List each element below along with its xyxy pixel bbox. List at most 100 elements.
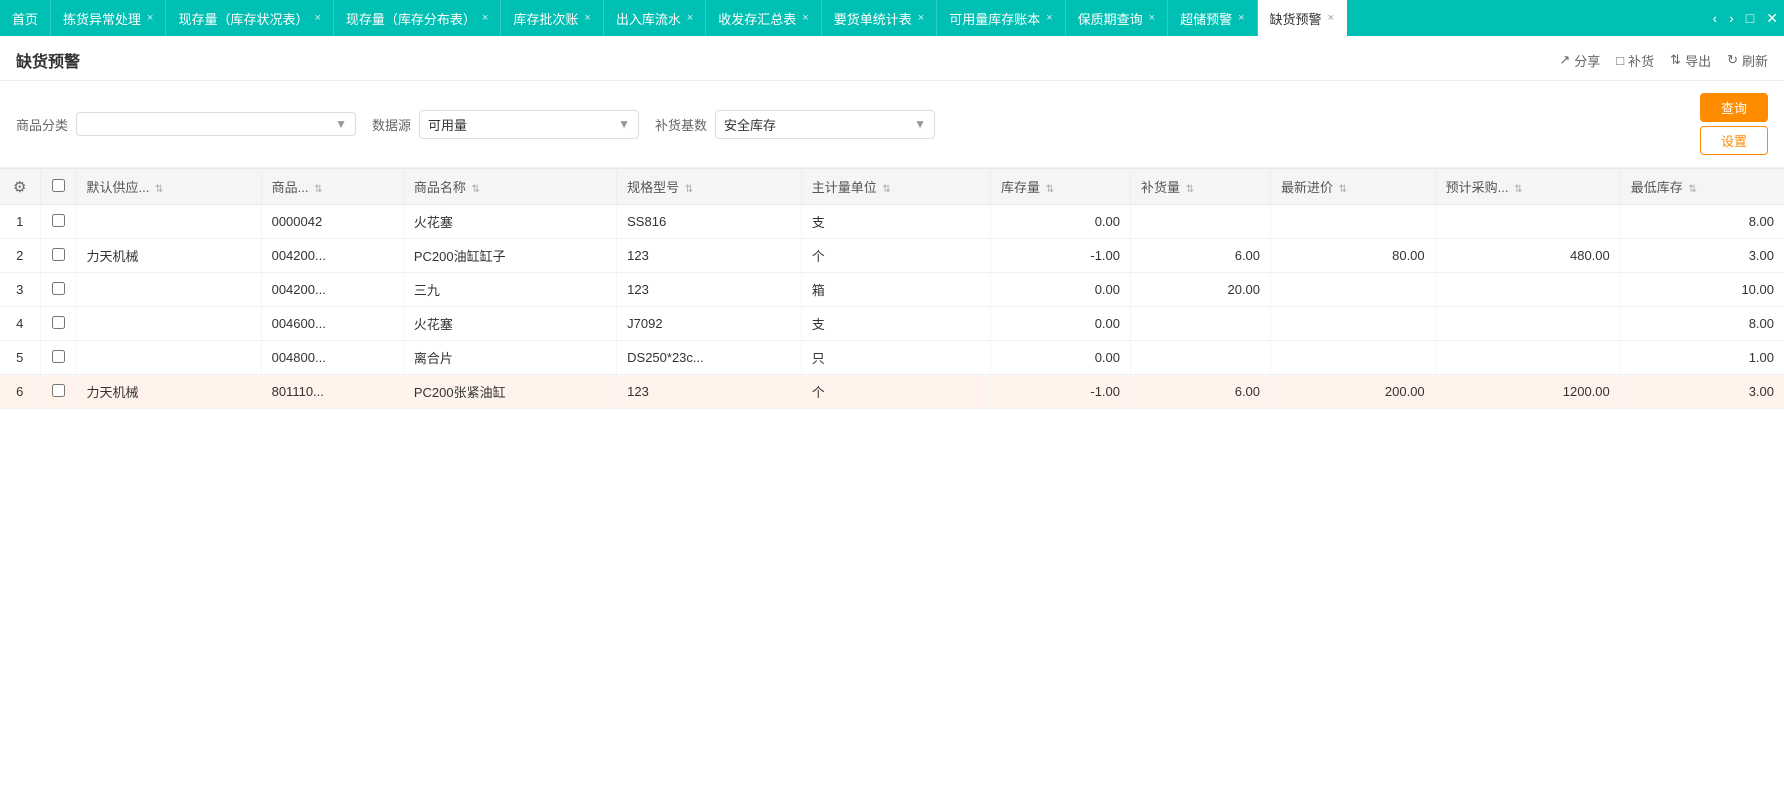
th-product-code[interactable]: 商品... ⇅ xyxy=(261,169,403,205)
tab-stock-dist[interactable]: 现存量（库存分布表） × xyxy=(334,0,501,36)
td-spec: SS816 xyxy=(617,205,802,239)
td-stock: -1.00 xyxy=(990,375,1130,409)
tab-summary[interactable]: 收发存汇总表 × xyxy=(706,0,821,36)
tab-order-stats[interactable]: 要货单统计表 × xyxy=(822,0,937,36)
th-estimated-purchase[interactable]: 预计采购... ⇅ xyxy=(1435,169,1620,205)
td-estimated-purchase xyxy=(1435,341,1620,375)
td-checkbox[interactable] xyxy=(40,273,76,307)
th-latest-price[interactable]: 最新进价 ⇅ xyxy=(1271,169,1436,205)
td-checkbox[interactable] xyxy=(40,307,76,341)
tab-close-all-btn[interactable]: ✕ xyxy=(1760,10,1784,27)
select-all-checkbox[interactable] xyxy=(52,179,65,192)
td-unit: 个 xyxy=(801,375,990,409)
th-min-stock[interactable]: 最低库存 ⇅ xyxy=(1620,169,1784,205)
td-unit: 只 xyxy=(801,341,990,375)
close-tab-summary[interactable]: × xyxy=(802,12,808,24)
td-latest-price xyxy=(1271,307,1436,341)
category-label: 商品分类 xyxy=(16,115,68,134)
th-unit[interactable]: 主计量单位 ⇅ xyxy=(801,169,990,205)
td-unit: 支 xyxy=(801,307,990,341)
close-tab-stock-dist[interactable]: × xyxy=(482,12,488,24)
refresh-button[interactable]: ↻ 刷新 xyxy=(1727,51,1768,70)
tab-picking[interactable]: 拣货异常处理 × xyxy=(51,0,166,36)
close-tab-order-stats[interactable]: × xyxy=(918,12,924,24)
tab-expiry[interactable]: 保质期查询 × xyxy=(1066,0,1168,36)
close-tab-available[interactable]: × xyxy=(1046,12,1052,24)
th-replenish[interactable]: 补货量 ⇅ xyxy=(1131,169,1271,205)
td-estimated-purchase: 480.00 xyxy=(1435,239,1620,273)
close-tab-expiry[interactable]: × xyxy=(1149,12,1155,24)
row-checkbox[interactable] xyxy=(52,248,65,261)
sort-product-name-icon: ⇅ xyxy=(472,184,480,195)
row-checkbox[interactable] xyxy=(52,282,65,295)
tab-home[interactable]: 首页 xyxy=(0,0,51,36)
close-tab-batch[interactable]: × xyxy=(584,12,590,24)
td-checkbox[interactable] xyxy=(40,375,76,409)
close-tab-overstock[interactable]: × xyxy=(1238,12,1244,24)
datasource-filter-group: 数据源 可用量 ▼ xyxy=(372,110,639,139)
th-settings[interactable]: ⚙ xyxy=(0,169,40,205)
row-checkbox[interactable] xyxy=(52,350,65,363)
sort-estimated-purchase-icon: ⇅ xyxy=(1514,184,1522,195)
td-min-stock: 3.00 xyxy=(1620,239,1784,273)
tab-batch[interactable]: 库存批次账 × xyxy=(501,0,603,36)
td-row-index: 5 xyxy=(0,341,40,375)
td-stock: 0.00 xyxy=(990,205,1130,239)
td-min-stock: 10.00 xyxy=(1620,273,1784,307)
td-replenish: 6.00 xyxy=(1131,375,1271,409)
sort-product-code-icon: ⇅ xyxy=(314,184,322,195)
tab-prev-btn[interactable]: ‹ xyxy=(1706,10,1723,26)
tab-stock-status[interactable]: 现存量（库存状况表） × xyxy=(166,0,333,36)
export-button[interactable]: ⇅ 导出 xyxy=(1670,51,1711,70)
replenish-basis-select[interactable]: 安全库存 ▼ xyxy=(715,110,935,139)
td-product-code: 004800... xyxy=(261,341,403,375)
replenish-button[interactable]: □ 补货 xyxy=(1616,51,1654,70)
td-checkbox[interactable] xyxy=(40,341,76,375)
td-product-name: 离合片 xyxy=(403,341,616,375)
td-replenish xyxy=(1131,307,1271,341)
td-replenish: 6.00 xyxy=(1131,239,1271,273)
td-stock: -1.00 xyxy=(990,239,1130,273)
query-button[interactable]: 查询 xyxy=(1700,93,1768,122)
th-product-name[interactable]: 商品名称 ⇅ xyxy=(403,169,616,205)
row-checkbox[interactable] xyxy=(52,384,65,397)
th-stock[interactable]: 库存量 ⇅ xyxy=(990,169,1130,205)
td-min-stock: 3.00 xyxy=(1620,375,1784,409)
td-checkbox[interactable] xyxy=(40,239,76,273)
th-spec[interactable]: 规格型号 ⇅ xyxy=(617,169,802,205)
row-checkbox[interactable] xyxy=(52,214,65,227)
td-product-code: 004200... xyxy=(261,239,403,273)
close-tab-shortage[interactable]: × xyxy=(1328,12,1334,24)
close-tab-picking[interactable]: × xyxy=(147,12,153,24)
td-product-code: 0000042 xyxy=(261,205,403,239)
tab-restore-btn[interactable]: □ xyxy=(1740,10,1760,26)
td-latest-price: 80.00 xyxy=(1271,239,1436,273)
settings-button[interactable]: 设置 xyxy=(1700,126,1768,155)
tab-flow[interactable]: 出入库流水 × xyxy=(604,0,706,36)
sort-stock-icon: ⇅ xyxy=(1046,184,1054,195)
td-spec: DS250*23c... xyxy=(617,341,802,375)
th-supplier[interactable]: 默认供应... ⇅ xyxy=(76,169,261,205)
category-select[interactable]: ▼ xyxy=(76,112,356,136)
td-latest-price xyxy=(1271,341,1436,375)
td-supplier xyxy=(76,307,261,341)
close-tab-flow[interactable]: × xyxy=(687,12,693,24)
datasource-select[interactable]: 可用量 ▼ xyxy=(419,110,639,139)
tab-overstock[interactable]: 超储预警 × xyxy=(1168,0,1257,36)
td-row-index: 3 xyxy=(0,273,40,307)
close-tab-stock-status[interactable]: × xyxy=(314,12,320,24)
td-checkbox[interactable] xyxy=(40,205,76,239)
sort-min-stock-icon: ⇅ xyxy=(1688,184,1696,195)
th-checkbox[interactable] xyxy=(40,169,76,205)
tab-shortage[interactable]: 缺货预警 × xyxy=(1258,0,1347,36)
td-estimated-purchase xyxy=(1435,205,1620,239)
sort-supplier-icon: ⇅ xyxy=(155,184,163,195)
td-row-index: 2 xyxy=(0,239,40,273)
tab-available[interactable]: 可用量库存账本 × xyxy=(937,0,1065,36)
share-button[interactable]: ↗ 分享 xyxy=(1559,51,1600,70)
table-row: 1 0000042 火花塞 SS816 支 0.00 8.00 xyxy=(0,205,1784,239)
td-row-index: 4 xyxy=(0,307,40,341)
tab-next-btn[interactable]: › xyxy=(1723,10,1740,26)
td-min-stock: 1.00 xyxy=(1620,341,1784,375)
row-checkbox[interactable] xyxy=(52,316,65,329)
